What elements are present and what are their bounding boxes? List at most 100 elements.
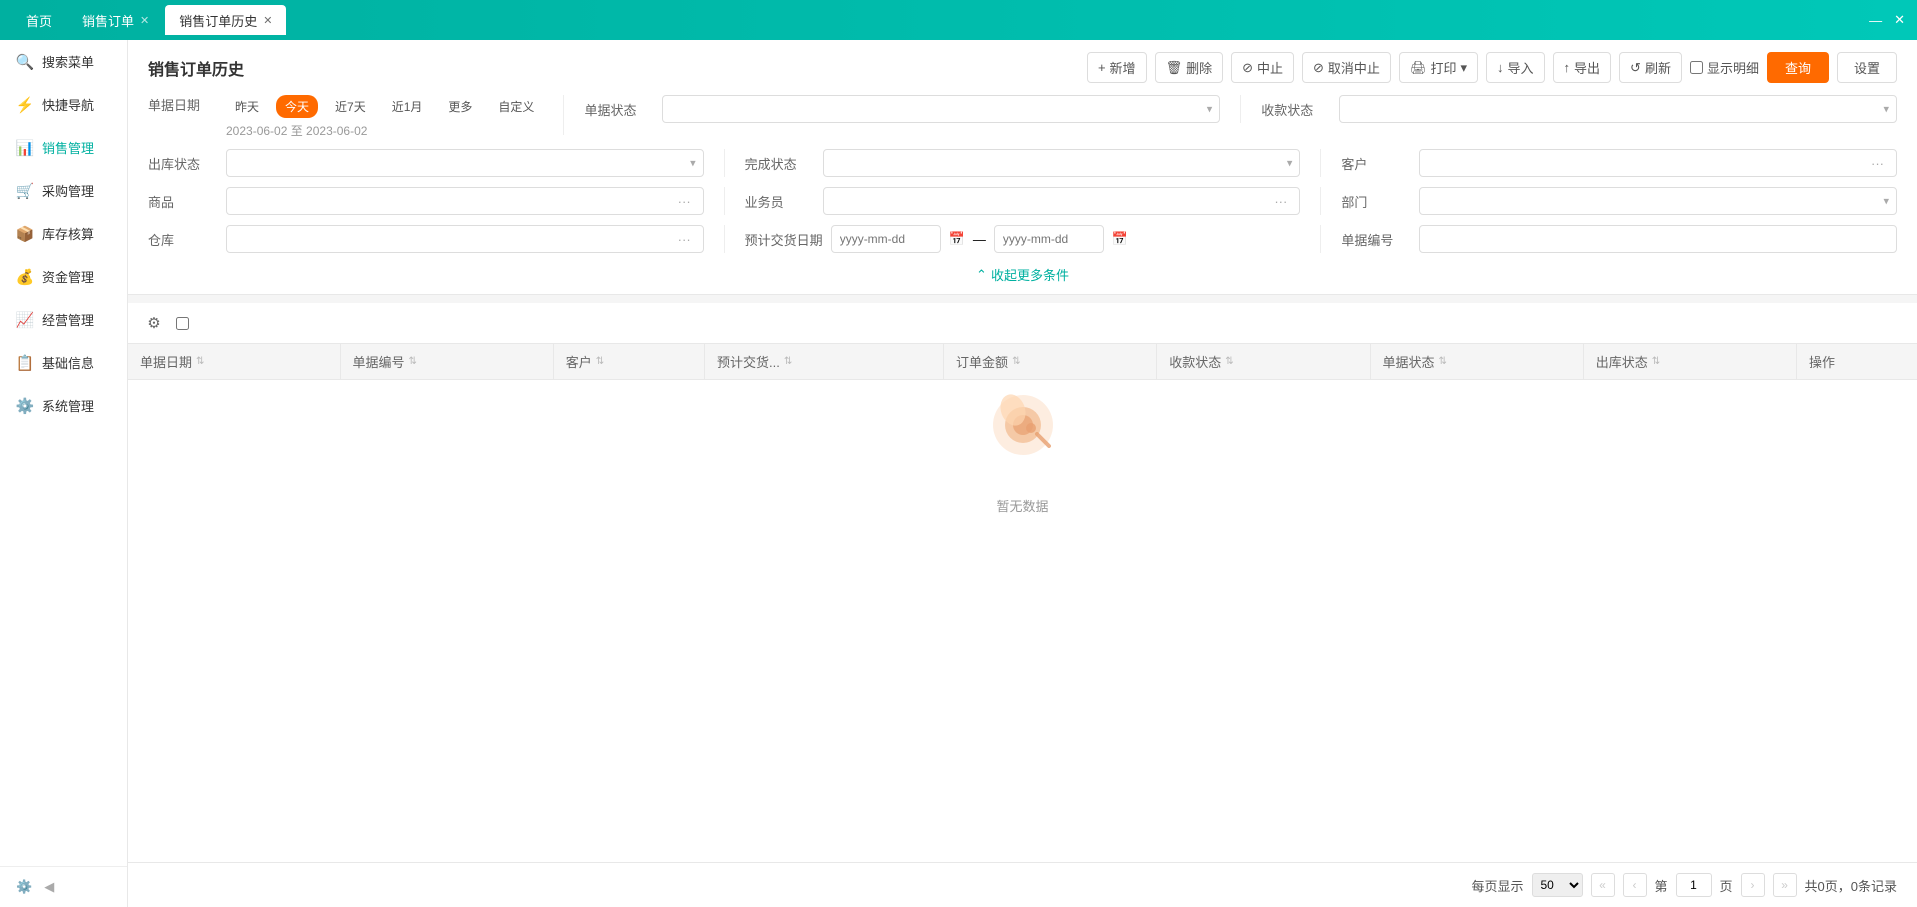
- display-detail-checkbox[interactable]: 显示明细: [1690, 58, 1759, 77]
- import-button[interactable]: ↓ 导入: [1486, 52, 1545, 83]
- total-text: 共0页，0条记录: [1805, 876, 1897, 895]
- date-btn-1month[interactable]: 近1月: [383, 95, 432, 118]
- sidebar-item-sales[interactable]: 📊 销售管理: [0, 126, 127, 169]
- table-settings-button[interactable]: ⚙: [140, 309, 168, 337]
- export-label: 导出: [1574, 58, 1600, 77]
- date-btn-more[interactable]: 更多: [439, 95, 481, 118]
- divider-8: [1320, 225, 1321, 253]
- sidebar-item-operations[interactable]: 📈 经营管理: [0, 298, 127, 341]
- col-delivery[interactable]: 预计交货... ⇅: [704, 344, 943, 380]
- goods-dots-button[interactable]: ···: [674, 194, 695, 209]
- bill-number-input[interactable]: [1419, 225, 1897, 253]
- sidebar-collapse-icon[interactable]: ◀: [44, 879, 54, 895]
- col-customer[interactable]: 客户 ⇅: [553, 344, 704, 380]
- sidebar-settings-icon[interactable]: ⚙️: [16, 879, 32, 895]
- last-page-button[interactable]: »: [1773, 873, 1797, 897]
- payment-status-group: 收款状态: [1261, 95, 1897, 123]
- stop-button[interactable]: ⊘ 中止: [1231, 52, 1294, 83]
- salesman-input[interactable]: [832, 188, 1271, 214]
- refresh-icon: ↺: [1630, 60, 1641, 76]
- window-close-icon[interactable]: ✕: [1894, 12, 1905, 28]
- delivery-date-from[interactable]: [831, 225, 941, 253]
- calendar-from-icon[interactable]: 📅: [949, 231, 965, 247]
- payment-status-select[interactable]: [1339, 95, 1897, 123]
- col-bill-status[interactable]: 单据状态 ⇅: [1370, 344, 1583, 380]
- col-delivery-sort[interactable]: 预计交货... ⇅: [717, 352, 931, 371]
- calendar-to-icon[interactable]: 📅: [1112, 231, 1128, 247]
- col-action-label: 操作: [1809, 355, 1835, 370]
- prev-page-button[interactable]: ‹: [1623, 873, 1647, 897]
- department-select[interactable]: [1419, 187, 1897, 215]
- col-date[interactable]: 单据日期 ⇅: [128, 344, 340, 380]
- date-btn-7days[interactable]: 近7天: [326, 95, 375, 118]
- bill-number-group: 单据编号: [1341, 225, 1897, 253]
- sidebar-item-finance[interactable]: 💰 资金管理: [0, 255, 127, 298]
- col-number[interactable]: 单据编号 ⇅: [340, 344, 553, 380]
- divider-1: [563, 95, 564, 135]
- bill-status-select-wrap: [662, 95, 1220, 123]
- goods-label: 商品: [148, 192, 218, 211]
- inventory-icon: 📦: [16, 225, 34, 243]
- tab-sales-history[interactable]: 销售订单历史 ✕: [165, 5, 286, 35]
- export-button[interactable]: ↑ 导出: [1553, 52, 1612, 83]
- window-minimize-icon[interactable]: —: [1869, 13, 1882, 28]
- page-size-select[interactable]: 50 10 20 100: [1532, 873, 1583, 897]
- sales-icon: 📊: [16, 139, 34, 157]
- next-page-button[interactable]: ›: [1741, 873, 1765, 897]
- customer-dots-button[interactable]: ···: [1867, 156, 1888, 171]
- page-number-input[interactable]: [1676, 873, 1712, 897]
- sidebar-item-quicknav[interactable]: ⚡ 快捷导航: [0, 83, 127, 126]
- first-page-button[interactable]: «: [1591, 873, 1615, 897]
- sidebar-item-search[interactable]: 🔍 搜索菜单: [0, 40, 127, 83]
- tab-sales-order[interactable]: 销售订单 ✕: [68, 5, 163, 35]
- delete-button[interactable]: 🗑 删除: [1155, 52, 1224, 83]
- col-customer-sort[interactable]: 客户 ⇅: [566, 352, 692, 371]
- collapse-row[interactable]: ⌃ 收起更多条件: [148, 261, 1897, 284]
- bill-number-label: 单据编号: [1341, 230, 1411, 249]
- outbound-status-select[interactable]: [226, 149, 704, 177]
- tab-sales-order-close[interactable]: ✕: [140, 14, 149, 27]
- col-amount-sort[interactable]: 订单金额 ⇅: [956, 352, 1144, 371]
- date-btn-custom[interactable]: 自定义: [489, 95, 543, 118]
- date-btn-yesterday[interactable]: 昨天: [226, 95, 268, 118]
- print-icon: 🖨: [1410, 60, 1427, 76]
- import-label: 导入: [1508, 58, 1534, 77]
- display-detail-input[interactable]: [1690, 61, 1703, 74]
- customer-input[interactable]: [1428, 150, 1867, 176]
- delivery-date-to[interactable]: [994, 225, 1104, 253]
- outbound-status-select-wrap: [226, 149, 704, 177]
- stop-label: 中止: [1257, 58, 1283, 77]
- col-bill-status-sort[interactable]: 单据状态 ⇅: [1383, 352, 1571, 371]
- warehouse-input[interactable]: [235, 226, 674, 252]
- sidebar-item-inventory[interactable]: 📦 库存核算: [0, 212, 127, 255]
- col-payment-status[interactable]: 收款状态 ⇅: [1157, 344, 1370, 380]
- print-button[interactable]: 🖨 打印 ▾: [1399, 52, 1478, 83]
- tab-sales-history-close[interactable]: ✕: [263, 14, 272, 27]
- sidebar-item-basicinfo[interactable]: 📋 基础信息: [0, 341, 127, 384]
- goods-input[interactable]: [235, 188, 674, 214]
- salesman-group: 业务员 ···: [745, 187, 1301, 215]
- complete-status-select[interactable]: [823, 149, 1301, 177]
- col-outbound-status[interactable]: 出库状态 ⇅: [1583, 344, 1796, 380]
- col-outbound-status-sort[interactable]: 出库状态 ⇅: [1596, 352, 1784, 371]
- set-button[interactable]: 设置: [1837, 52, 1897, 83]
- col-date-sort[interactable]: 单据日期 ⇅: [140, 352, 328, 371]
- col-amount[interactable]: 订单金额 ⇅: [944, 344, 1157, 380]
- col-amount-label: 订单金额: [956, 352, 1008, 371]
- tab-home[interactable]: 首页: [12, 5, 66, 35]
- cancel-stop-button[interactable]: ⊘ 取消中止: [1302, 52, 1391, 83]
- warehouse-dots-button[interactable]: ···: [674, 232, 695, 247]
- sidebar-item-purchase[interactable]: 🛒 采购管理: [0, 169, 127, 212]
- new-button[interactable]: + 新增: [1087, 52, 1147, 83]
- top-bar-right: — ✕: [1869, 12, 1905, 28]
- bill-status-select[interactable]: [662, 95, 1220, 123]
- col-payment-status-sort[interactable]: 收款状态 ⇅: [1169, 352, 1357, 371]
- query-button[interactable]: 查询: [1767, 52, 1829, 83]
- select-all-checkbox[interactable]: [176, 317, 189, 330]
- salesman-dots-button[interactable]: ···: [1270, 194, 1291, 209]
- col-number-sort[interactable]: 单据编号 ⇅: [353, 352, 541, 371]
- sidebar-item-system[interactable]: ⚙️ 系统管理: [0, 384, 127, 427]
- finance-icon: 💰: [16, 268, 34, 286]
- date-btn-today[interactable]: 今天: [276, 95, 318, 118]
- refresh-button[interactable]: ↺ 刷新: [1619, 52, 1682, 83]
